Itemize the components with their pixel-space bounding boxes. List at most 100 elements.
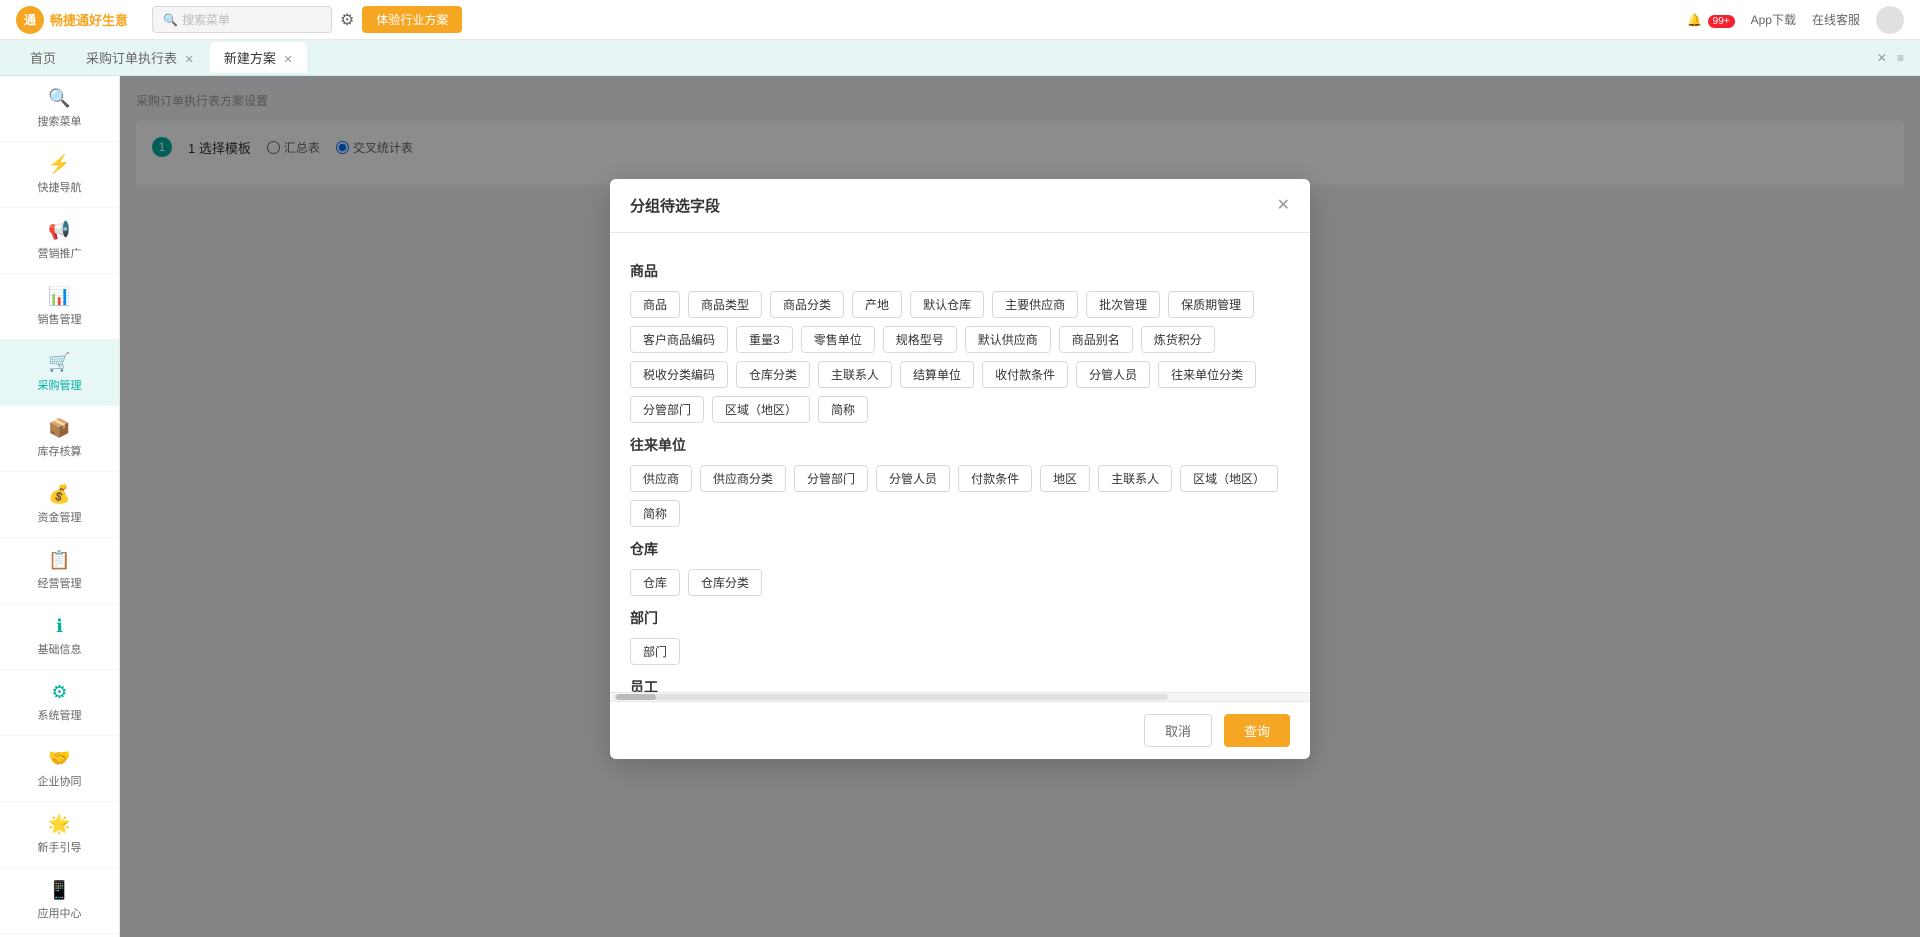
sidebar-item-app-center[interactable]: 📱 应用中心 bbox=[0, 868, 119, 934]
sidebar-item-collab[interactable]: 🤝 企业协同 bbox=[0, 736, 119, 802]
sidebar-item-purchase[interactable]: 🛒 采购管理 bbox=[0, 340, 119, 406]
sidebar-label-marketing: 营销推广 bbox=[38, 245, 82, 261]
field-tag[interactable]: 结算单位 bbox=[900, 361, 974, 388]
logo-icon: 通 bbox=[16, 6, 44, 34]
field-tag[interactable]: 地区 bbox=[1040, 465, 1090, 492]
sidebar-label-guide: 新手引导 bbox=[38, 839, 82, 855]
sidebar-label-collab: 企业协同 bbox=[38, 773, 82, 789]
field-tag[interactable]: 炼货积分 bbox=[1141, 326, 1215, 353]
tab-new-plan[interactable]: 新建方案 ✕ bbox=[210, 42, 307, 73]
section-title-staff: 员工 bbox=[630, 677, 1290, 692]
field-tag[interactable]: 规格型号 bbox=[883, 326, 957, 353]
sidebar-item-system[interactable]: ⚙ 系统管理 bbox=[0, 670, 119, 736]
field-tag[interactable]: 商品别名 bbox=[1059, 326, 1133, 353]
field-tag[interactable]: 仓库分类 bbox=[688, 569, 762, 596]
field-tag[interactable]: 区域（地区） bbox=[1180, 465, 1278, 492]
sidebar-item-marketing[interactable]: 📢 营销推广 bbox=[0, 208, 119, 274]
tab-purchase-list[interactable]: 采购订单执行表 ✕ bbox=[72, 42, 208, 73]
field-tag[interactable]: 重量3 bbox=[736, 326, 793, 353]
field-tag[interactable]: 往来单位分类 bbox=[1158, 361, 1256, 388]
modal-hscrollbar[interactable] bbox=[610, 692, 1310, 701]
sidebar-item-basic-info[interactable]: ℹ 基础信息 bbox=[0, 604, 119, 670]
tab-home[interactable]: 首页 bbox=[16, 42, 70, 73]
field-tag[interactable]: 分管人员 bbox=[876, 465, 950, 492]
search-box[interactable]: 🔍 搜索菜单 bbox=[152, 6, 332, 33]
sidebar-label-basic-info: 基础信息 bbox=[38, 641, 82, 657]
field-tag[interactable]: 付款条件 bbox=[958, 465, 1032, 492]
notification-area[interactable]: 🔔 99+ bbox=[1687, 13, 1734, 27]
sidebar-label-system: 系统管理 bbox=[38, 707, 82, 723]
modal-header: 分组待选字段 ✕ bbox=[610, 179, 1310, 233]
field-tag[interactable]: 零售单位 bbox=[801, 326, 875, 353]
gear-icon[interactable]: ⚙ bbox=[340, 10, 354, 30]
field-tag[interactable]: 供应商分类 bbox=[700, 465, 786, 492]
field-tag[interactable]: 默认仓库 bbox=[910, 291, 984, 318]
sidebar-item-guide[interactable]: 🌟 新手引导 bbox=[0, 802, 119, 868]
search-menu-icon: 🔍 bbox=[48, 88, 70, 109]
sidebar-label-operations: 经营管理 bbox=[38, 575, 82, 591]
confirm-button[interactable]: 查询 bbox=[1224, 714, 1290, 747]
sidebar-label-search: 搜索菜单 bbox=[38, 113, 82, 129]
field-tag[interactable]: 简称 bbox=[818, 396, 868, 423]
field-tag[interactable]: 保质期管理 bbox=[1168, 291, 1254, 318]
field-tag[interactable]: 仓库分类 bbox=[736, 361, 810, 388]
field-tag[interactable]: 客户商品编码 bbox=[630, 326, 728, 353]
section-title-dept: 部门 bbox=[630, 608, 1290, 628]
sidebar-label-finance: 资金管理 bbox=[38, 509, 82, 525]
app-center-icon: 📱 bbox=[48, 880, 70, 901]
tab-close-purchase[interactable]: ✕ bbox=[185, 54, 194, 66]
field-grid-partner: 供应商 供应商分类 分管部门 分管人员 付款条件 地区 主联系人 区域（地区） … bbox=[630, 465, 1290, 527]
sidebar-item-search[interactable]: 🔍 搜索菜单 bbox=[0, 76, 119, 142]
sidebar-item-finance[interactable]: 💰 资金管理 bbox=[0, 472, 119, 538]
field-tag[interactable]: 收付款条件 bbox=[982, 361, 1068, 388]
field-tag[interactable]: 商品类型 bbox=[688, 291, 762, 318]
tab-close-new-plan[interactable]: ✕ bbox=[284, 54, 293, 66]
field-tag[interactable]: 仓库 bbox=[630, 569, 680, 596]
modal-close-btn[interactable]: ✕ bbox=[1277, 195, 1290, 215]
sidebar-label-quicknav: 快捷导航 bbox=[38, 179, 82, 195]
online-service-link[interactable]: 在线客服 bbox=[1812, 11, 1860, 28]
field-tag[interactable]: 主要供应商 bbox=[992, 291, 1078, 318]
tab-menu[interactable]: ≡ bbox=[1897, 51, 1904, 65]
user-avatar[interactable] bbox=[1876, 6, 1904, 34]
experience-btn[interactable]: 体验行业方案 bbox=[362, 6, 462, 33]
sidebar: 🔍 搜索菜单 ⚡ 快捷导航 📢 营销推广 📊 销售管理 🛒 采购管理 📦 库存核… bbox=[0, 76, 120, 937]
field-tag[interactable]: 批次管理 bbox=[1086, 291, 1160, 318]
field-tag[interactable]: 主联系人 bbox=[818, 361, 892, 388]
quicknav-icon: ⚡ bbox=[48, 154, 70, 175]
logo: 通 畅捷通好生意 bbox=[16, 6, 136, 34]
app-download-link[interactable]: App下载 bbox=[1751, 11, 1796, 28]
sidebar-item-sales[interactable]: 📊 销售管理 bbox=[0, 274, 119, 340]
field-tag[interactable]: 产地 bbox=[852, 291, 902, 318]
field-tag[interactable]: 商品 bbox=[630, 291, 680, 318]
field-grid-goods: 商品 商品类型 商品分类 产地 默认仓库 主要供应商 批次管理 保质期管理 客户… bbox=[630, 291, 1290, 423]
field-selection-modal: 分组待选字段 ✕ 商品 商品 商品类型 商品分类 产地 默认仓库 主要供应商 批… bbox=[610, 179, 1310, 759]
tab-close-all[interactable]: ✕ bbox=[1877, 51, 1887, 65]
field-tag[interactable]: 分管人员 bbox=[1076, 361, 1150, 388]
search-icon: 🔍 bbox=[163, 13, 178, 27]
sidebar-item-inventory[interactable]: 📦 库存核算 bbox=[0, 406, 119, 472]
field-tag[interactable]: 默认供应商 bbox=[965, 326, 1051, 353]
field-tag[interactable]: 商品分类 bbox=[770, 291, 844, 318]
sales-icon: 📊 bbox=[48, 286, 70, 307]
modal-title: 分组待选字段 bbox=[630, 195, 720, 216]
field-grid-warehouse: 仓库 仓库分类 bbox=[630, 569, 1290, 596]
field-tag[interactable]: 分管部门 bbox=[630, 396, 704, 423]
cancel-button[interactable]: 取消 bbox=[1144, 714, 1212, 747]
field-tag[interactable]: 简称 bbox=[630, 500, 680, 527]
field-tag[interactable]: 分管部门 bbox=[794, 465, 868, 492]
collab-icon: 🤝 bbox=[48, 748, 70, 769]
field-tag[interactable]: 部门 bbox=[630, 638, 680, 665]
top-right: 🔔 99+ App下载 在线客服 bbox=[1687, 6, 1904, 34]
search-placeholder: 搜索菜单 bbox=[182, 11, 230, 28]
field-tag[interactable]: 主联系人 bbox=[1098, 465, 1172, 492]
sidebar-item-quicknav[interactable]: ⚡ 快捷导航 bbox=[0, 142, 119, 208]
sidebar-item-operations[interactable]: 📋 经营管理 bbox=[0, 538, 119, 604]
field-tag[interactable]: 区域（地区） bbox=[712, 396, 810, 423]
sidebar-label-inventory: 库存核算 bbox=[38, 443, 82, 459]
field-tag[interactable]: 税收分类编码 bbox=[630, 361, 728, 388]
field-tag[interactable]: 供应商 bbox=[630, 465, 692, 492]
marketing-icon: 📢 bbox=[48, 220, 70, 241]
modal-body: 商品 商品 商品类型 商品分类 产地 默认仓库 主要供应商 批次管理 保质期管理… bbox=[610, 233, 1310, 692]
top-search-area: 🔍 搜索菜单 ⚙ 体验行业方案 bbox=[152, 6, 1671, 33]
